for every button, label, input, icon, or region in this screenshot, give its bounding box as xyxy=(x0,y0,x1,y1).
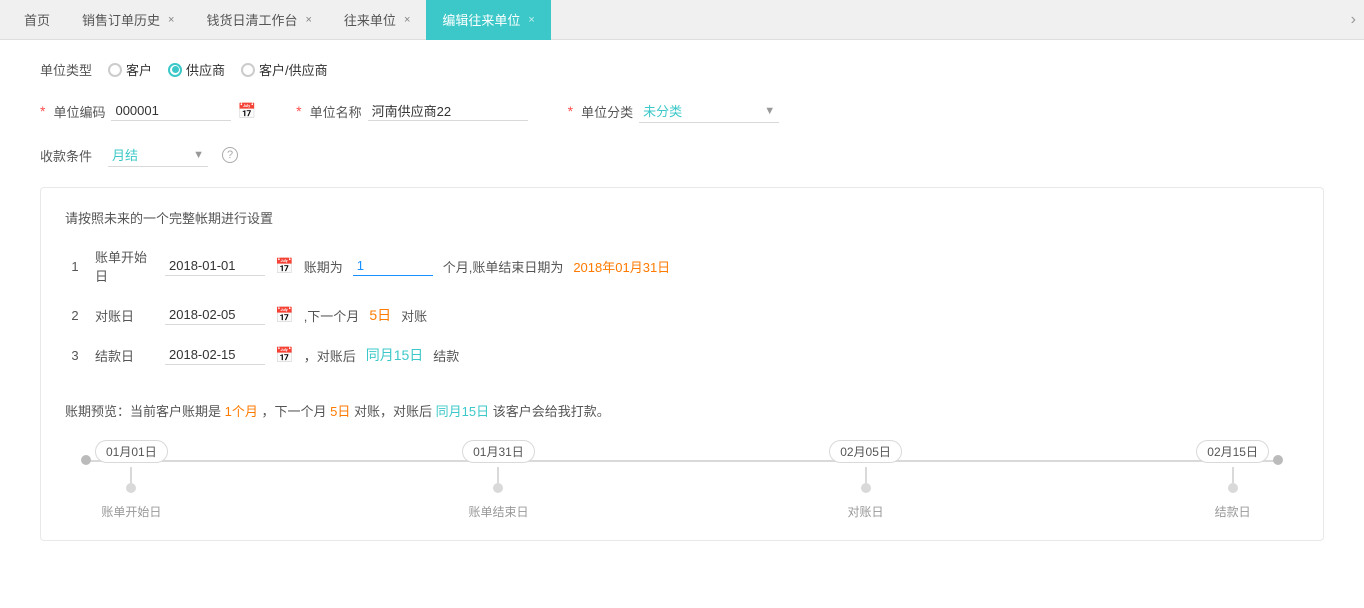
payment-terms-arrow: ▼ xyxy=(193,149,204,161)
period-highlight-2: 5日 xyxy=(369,305,391,325)
period-num-1: 1 xyxy=(65,259,85,274)
tab-close-edit-partner[interactable]: × xyxy=(528,14,534,26)
timeline-label-3: 结款日 xyxy=(1215,503,1251,520)
period-row-2: 2 对账日 📅 ,下一个月 5日 对账 xyxy=(65,305,1299,325)
period-row-1: 1 账单开始日 📅 账期为 个月,账单结束日期为 2018年01月31日 xyxy=(65,247,1299,285)
tab-close-sales[interactable]: × xyxy=(168,14,174,26)
main-content: 单位类型 客户 供应商 客户/供应商 * 单位编码 📅 * 单位名称 xyxy=(0,40,1364,608)
period-suffix-post-3: 结款 xyxy=(433,346,459,365)
unit-code-label: 单位编码 xyxy=(53,102,105,121)
period-calendar-2[interactable]: 📅 xyxy=(275,306,294,324)
timeline-pill-3: 02月15日 xyxy=(1196,440,1269,463)
tab-cash-work[interactable]: 钱货日清工作台 × xyxy=(190,0,327,40)
timeline-label-1: 账单结束日 xyxy=(468,503,528,520)
preview-text: 账期预览：当前客户账期是 1个月 ，下一个月 5日 对账，对账后 同月15日 该… xyxy=(65,401,1299,420)
unit-type-label: 单位类型 xyxy=(40,60,92,79)
radio-supplier[interactable]: 供应商 xyxy=(168,60,225,79)
unit-category-label: 单位分类 xyxy=(581,102,633,121)
unit-type-radio-group: 客户 供应商 客户/供应商 xyxy=(108,60,328,79)
radio-customer-supplier[interactable]: 客户/供应商 xyxy=(241,60,328,79)
timeline-pill-1: 01月31日 xyxy=(462,440,535,463)
period-label-1: 账单开始日 xyxy=(95,247,155,285)
period-end-date-1: 2018年01月31日 xyxy=(573,257,670,276)
unit-name-label: 单位名称 xyxy=(310,102,362,121)
timeline-container: 01月01日 账单开始日 01月31日 账单结束日 02月05日 xyxy=(65,440,1299,520)
unit-info-row: * 单位编码 📅 * 单位名称 * 单位分类 未分类 ▼ xyxy=(40,99,1324,123)
timeline-dot-2 xyxy=(861,483,871,493)
timeline-label-0: 账单开始日 xyxy=(101,503,161,520)
period-box: 请按照未来的一个完整帐期进行设置 1 账单开始日 📅 账期为 个月,账单结束日期… xyxy=(40,187,1324,541)
timeline-pill-2: 02月05日 xyxy=(829,440,902,463)
period-suffix-pre-1: 账期为 xyxy=(304,257,343,276)
period-date-2[interactable] xyxy=(165,305,265,325)
radio-customer-circle xyxy=(108,63,122,77)
unit-category-group: * 单位分类 未分类 ▼ xyxy=(568,99,779,123)
unit-category-value: 未分类 xyxy=(643,101,760,120)
period-suffix-pre-3: ，对账后 xyxy=(304,346,356,365)
period-date-3[interactable] xyxy=(165,345,265,365)
radio-supplier-circle xyxy=(168,63,182,77)
timeline-dot-1 xyxy=(493,483,503,493)
help-icon[interactable]: ? xyxy=(222,147,238,163)
period-calendar-1[interactable]: 📅 xyxy=(275,257,294,275)
preview-section: 账期预览：当前客户账期是 1个月 ，下一个月 5日 对账，对账后 同月15日 该… xyxy=(65,385,1299,520)
preview-part2: 5日 xyxy=(330,404,350,419)
unit-code-group: * 单位编码 📅 xyxy=(40,101,256,121)
period-row-3: 3 结款日 📅 ，对账后 同月15日 结款 xyxy=(65,345,1299,365)
payment-terms-value: 月结 xyxy=(112,145,189,164)
tab-partner[interactable]: 往来单位 × xyxy=(328,0,426,40)
unit-category-select[interactable]: 未分类 ▼ xyxy=(639,99,779,123)
period-label-2: 对账日 xyxy=(95,306,155,325)
tab-home[interactable]: 首页 xyxy=(8,0,66,40)
period-label-3: 结款日 xyxy=(95,346,155,365)
unit-code-icon[interactable]: 📅 xyxy=(237,102,256,120)
period-highlight-3: 同月15日 xyxy=(366,345,424,365)
period-date-1[interactable] xyxy=(165,256,265,276)
unit-code-input[interactable] xyxy=(111,101,231,121)
tab-sales-order-history[interactable]: 销售订单历史 × xyxy=(66,0,190,40)
timeline-dot-0 xyxy=(126,483,136,493)
timeline-point-2: 02月05日 对账日 xyxy=(829,440,902,520)
payment-terms-label: 收款条件 xyxy=(40,146,92,165)
timeline-label-2: 对账日 xyxy=(848,503,884,520)
radio-customer-supplier-circle xyxy=(241,63,255,77)
preview-part1: 1个月 xyxy=(225,404,258,419)
radio-customer[interactable]: 客户 xyxy=(108,60,152,79)
period-num-3: 3 xyxy=(65,348,85,363)
payment-terms-select[interactable]: 月结 ▼ xyxy=(108,143,208,167)
period-months-input[interactable] xyxy=(353,256,433,276)
period-calendar-3[interactable]: 📅 xyxy=(275,346,294,364)
unit-type-row: 单位类型 客户 供应商 客户/供应商 xyxy=(40,60,1324,79)
tab-close-partner[interactable]: × xyxy=(404,14,410,26)
period-suffix-post-1: 个月,账单结束日期为 xyxy=(443,257,564,276)
tab-close-cash[interactable]: × xyxy=(305,14,311,26)
tab-expand-button[interactable]: › xyxy=(1351,11,1356,29)
timeline-point-0: 01月01日 账单开始日 xyxy=(95,440,168,520)
period-suffix-post-2: 对账 xyxy=(401,306,427,325)
timeline-points: 01月01日 账单开始日 01月31日 账单结束日 02月05日 xyxy=(85,440,1279,520)
unit-name-input[interactable] xyxy=(368,101,528,121)
timeline-point-3: 02月15日 结款日 xyxy=(1196,440,1269,520)
timeline-pill-0: 01月01日 xyxy=(95,440,168,463)
period-num-2: 2 xyxy=(65,308,85,323)
unit-category-arrow: ▼ xyxy=(764,105,775,117)
period-title: 请按照未来的一个完整帐期进行设置 xyxy=(65,208,1299,227)
tab-bar: 首页 销售订单历史 × 钱货日清工作台 × 往来单位 × 编辑往来单位 × › xyxy=(0,0,1364,40)
timeline-dot-3 xyxy=(1228,483,1238,493)
payment-terms-row: 收款条件 月结 ▼ ? xyxy=(40,143,1324,167)
preview-part3: 同月15日 xyxy=(436,404,489,419)
unit-name-group: * 单位名称 xyxy=(296,101,527,121)
tab-edit-partner[interactable]: 编辑往来单位 × xyxy=(426,0,550,40)
period-suffix-pre-2: ,下一个月 xyxy=(304,306,360,325)
timeline-point-1: 01月31日 账单结束日 xyxy=(462,440,535,520)
